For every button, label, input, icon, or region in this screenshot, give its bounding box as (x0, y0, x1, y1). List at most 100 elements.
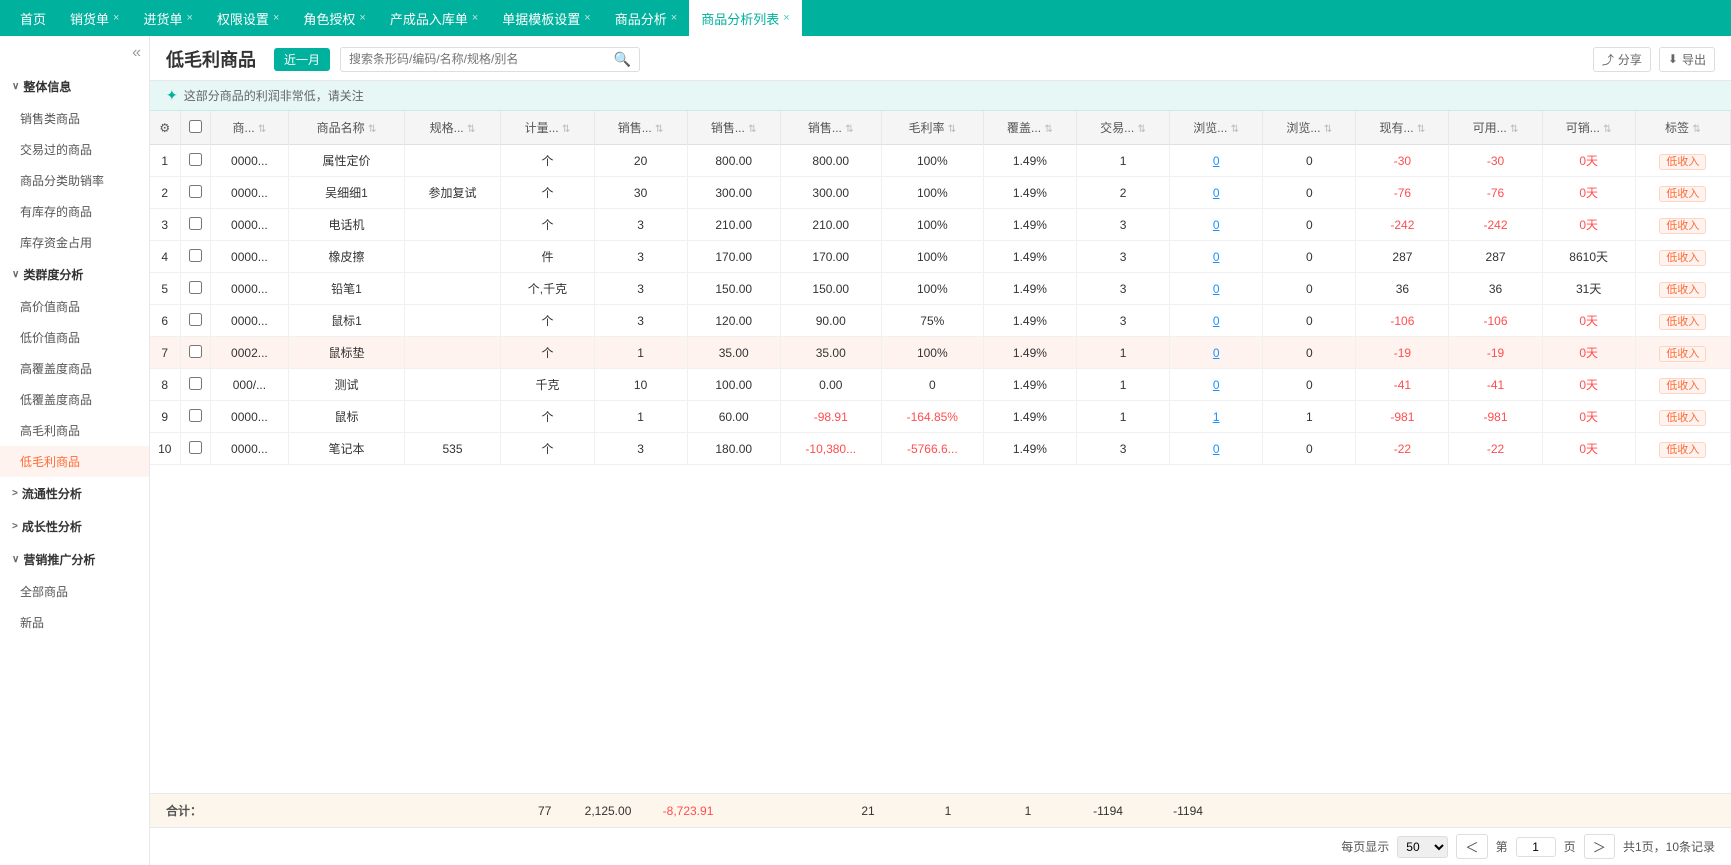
sidebar-item-商品分类助销率[interactable]: 商品分类助销率 (0, 165, 149, 196)
nav-close-icon[interactable]: × (472, 12, 478, 24)
cell-checkbox[interactable] (180, 337, 210, 369)
nav-close-icon[interactable]: × (671, 12, 677, 24)
cell-checkbox[interactable] (180, 369, 210, 401)
sidebar-item-高毛利商品[interactable]: 高毛利商品 (0, 415, 149, 446)
sidebar-group-title[interactable]: ∨整体信息 (0, 70, 149, 103)
cell-tag[interactable]: 低收入 (1635, 337, 1730, 369)
nav-item-角色授权[interactable]: 角色授权× (291, 0, 377, 36)
nav-item-商品分析列表[interactable]: 商品分析列表× (689, 0, 801, 36)
nav-item-销货单[interactable]: 销货单× (58, 0, 131, 36)
row-checkbox[interactable] (189, 313, 202, 326)
next-page-button[interactable]: ＞ (1584, 834, 1615, 859)
export-button[interactable]: ⬇ 导出 (1659, 47, 1715, 72)
cell-tag[interactable]: 低收入 (1635, 401, 1730, 433)
col-header-sales_count[interactable]: 销售... ⇅ (594, 111, 687, 145)
nav-item-产成品入库单[interactable]: 产成品入库单× (378, 0, 490, 36)
sidebar-item-低毛利商品[interactable]: 低毛利商品 (0, 446, 149, 477)
sidebar-item-低覆盖度商品[interactable]: 低覆盖度商品 (0, 384, 149, 415)
cell-checkbox[interactable] (180, 177, 210, 209)
cell-view1[interactable]: 0 (1170, 209, 1263, 241)
col-header-trade[interactable]: 交易... ⇅ (1076, 111, 1169, 145)
page-input[interactable] (1516, 837, 1556, 857)
col-header-checkbox[interactable] (180, 111, 210, 145)
sidebar-collapse-button[interactable]: « (0, 36, 149, 70)
nav-item-权限设置[interactable]: 权限设置× (205, 0, 291, 36)
cell-view1[interactable]: 0 (1170, 273, 1263, 305)
prev-page-button[interactable]: ＜ (1456, 834, 1487, 859)
date-filter-button[interactable]: 近一月 (274, 48, 330, 71)
sidebar-group-title[interactable]: >流通性分析 (0, 477, 149, 510)
cell-checkbox[interactable] (180, 241, 210, 273)
cell-checkbox[interactable] (180, 273, 210, 305)
col-header-gross_margin[interactable]: 毛利率 ⇅ (881, 111, 983, 145)
col-header-available[interactable]: 可用... ⇅ (1449, 111, 1542, 145)
cell-tag[interactable]: 低收入 (1635, 273, 1730, 305)
col-header-sales_amount[interactable]: 销售... ⇅ (687, 111, 780, 145)
sidebar-item-全部商品[interactable]: 全部商品 (0, 576, 149, 607)
cell-checkbox[interactable] (180, 433, 210, 465)
col-header-coverage[interactable]: 覆盖... ⇅ (983, 111, 1076, 145)
cell-tag[interactable]: 低收入 (1635, 369, 1730, 401)
row-checkbox[interactable] (189, 281, 202, 294)
cell-view1[interactable]: 0 (1170, 177, 1263, 209)
per-page-select[interactable]: 50 100 (1397, 836, 1448, 858)
col-header-current[interactable]: 现有... ⇅ (1356, 111, 1449, 145)
row-checkbox[interactable] (189, 153, 202, 166)
nav-item-进货单[interactable]: 进货单× (131, 0, 204, 36)
cell-tag[interactable]: 低收入 (1635, 145, 1730, 177)
sidebar-group-title[interactable]: ∨营销推广分析 (0, 543, 149, 576)
cell-view1[interactable]: 0 (1170, 369, 1263, 401)
nav-close-icon[interactable]: × (113, 12, 119, 24)
sidebar-item-高覆盖度商品[interactable]: 高覆盖度商品 (0, 353, 149, 384)
select-all-checkbox[interactable] (189, 120, 202, 133)
cell-tag[interactable]: 低收入 (1635, 433, 1730, 465)
cell-view1[interactable]: 0 (1170, 337, 1263, 369)
nav-item-商品分析[interactable]: 商品分析× (603, 0, 689, 36)
nav-close-icon[interactable]: × (186, 12, 192, 24)
col-header-settings[interactable]: ⚙ (150, 111, 180, 145)
cell-tag[interactable]: 低收入 (1635, 241, 1730, 273)
nav-close-icon[interactable]: × (783, 12, 789, 24)
col-header-sales_profit[interactable]: 销售... ⇅ (780, 111, 881, 145)
search-input[interactable] (349, 52, 614, 66)
cell-view1[interactable]: 1 (1170, 401, 1263, 433)
row-checkbox[interactable] (189, 217, 202, 230)
cell-checkbox[interactable] (180, 401, 210, 433)
sidebar-item-销售类商品[interactable]: 销售类商品 (0, 103, 149, 134)
sidebar-item-低价值商品[interactable]: 低价值商品 (0, 322, 149, 353)
nav-close-icon[interactable]: × (359, 12, 365, 24)
nav-item-单据模板设置[interactable]: 单据模板设置× (490, 0, 602, 36)
cell-tag[interactable]: 低收入 (1635, 209, 1730, 241)
cell-view1[interactable]: 0 (1170, 433, 1263, 465)
cell-checkbox[interactable] (180, 305, 210, 337)
col-header-spec[interactable]: 规格... ⇅ (404, 111, 501, 145)
row-checkbox[interactable] (189, 409, 202, 422)
sidebar-item-高价值商品[interactable]: 高价值商品 (0, 291, 149, 322)
col-header-tag[interactable]: 标签 ⇅ (1635, 111, 1730, 145)
row-checkbox[interactable] (189, 441, 202, 454)
nav-close-icon[interactable]: × (273, 12, 279, 24)
col-header-unit[interactable]: 计量... ⇅ (501, 111, 594, 145)
col-header-view1[interactable]: 浏览... ⇅ (1170, 111, 1263, 145)
sidebar-item-交易过的商品[interactable]: 交易过的商品 (0, 134, 149, 165)
cell-view1[interactable]: 0 (1170, 305, 1263, 337)
col-header-code[interactable]: 商... ⇅ (210, 111, 289, 145)
row-checkbox[interactable] (189, 345, 202, 358)
col-header-view2[interactable]: 浏览... ⇅ (1263, 111, 1356, 145)
sidebar-group-title[interactable]: ∨类群度分析 (0, 258, 149, 291)
row-checkbox[interactable] (189, 249, 202, 262)
col-header-saleable[interactable]: 可销... ⇅ (1542, 111, 1635, 145)
row-checkbox[interactable] (189, 377, 202, 390)
sidebar-item-有库存的商品[interactable]: 有库存的商品 (0, 196, 149, 227)
cell-view1[interactable]: 0 (1170, 241, 1263, 273)
row-checkbox[interactable] (189, 185, 202, 198)
sidebar-group-title[interactable]: >成长性分析 (0, 510, 149, 543)
nav-close-icon[interactable]: × (584, 12, 590, 24)
nav-item-首页[interactable]: 首页 (8, 0, 58, 36)
sidebar-item-库存资金占用[interactable]: 库存资金占用 (0, 227, 149, 258)
sidebar-item-新品[interactable]: 新品 (0, 607, 149, 638)
cell-checkbox[interactable] (180, 209, 210, 241)
cell-checkbox[interactable] (180, 145, 210, 177)
share-button[interactable]: ⤴ 分享 (1593, 47, 1651, 72)
cell-tag[interactable]: 低收入 (1635, 177, 1730, 209)
